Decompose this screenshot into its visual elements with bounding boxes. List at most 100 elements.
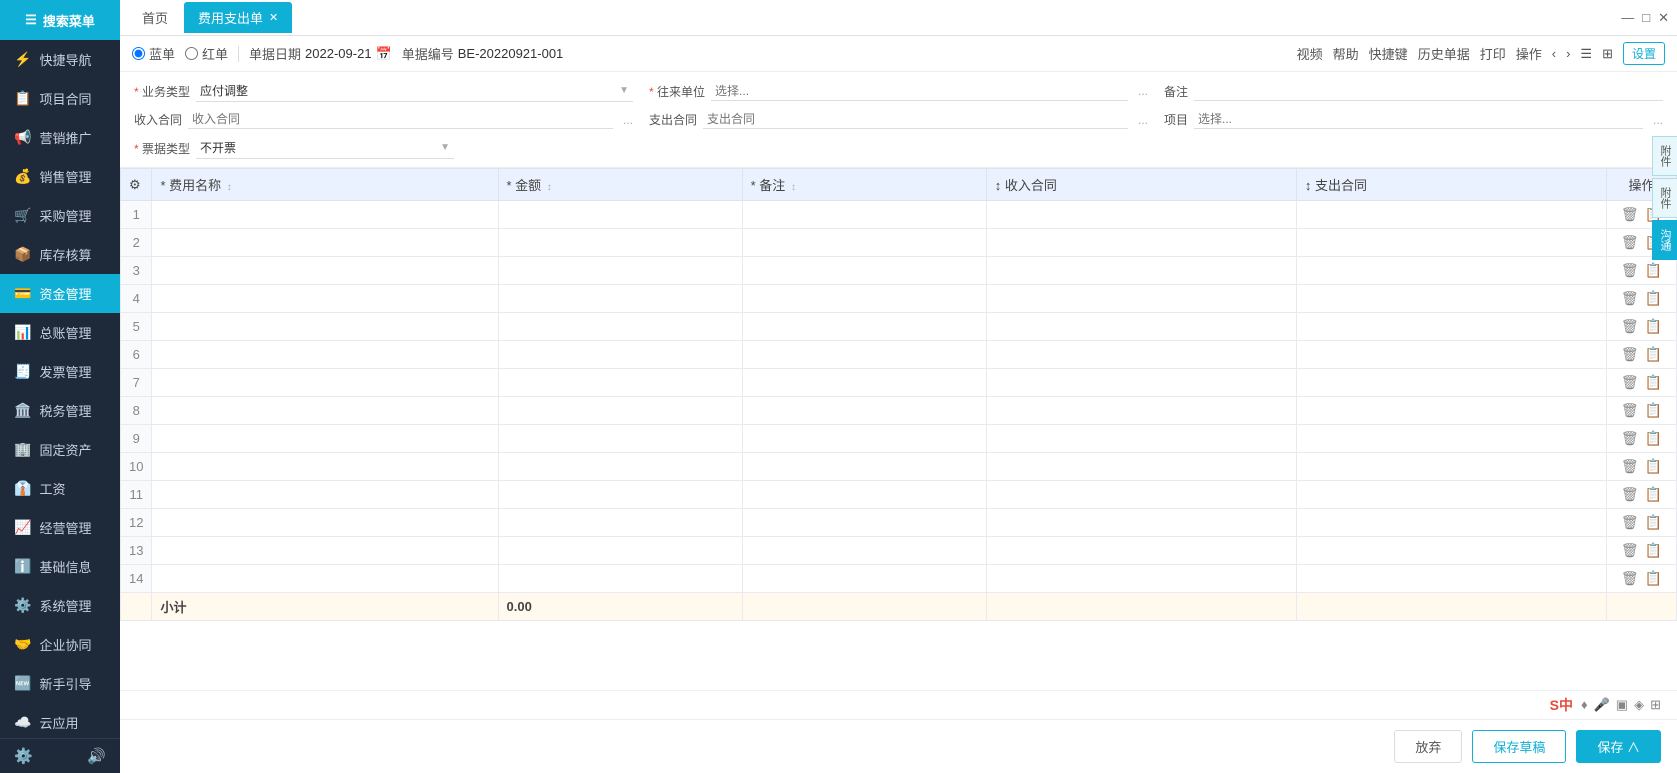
sidebar-item-marketing[interactable]: 📢 营销推广 (0, 118, 120, 157)
cell-remark[interactable] (742, 201, 986, 229)
cell-expense-contract[interactable] (1296, 397, 1606, 425)
cell-expense-name[interactable] (152, 285, 498, 313)
sidebar-item-accounting[interactable]: 📊 总账管理 (0, 313, 120, 352)
delete-row-icon[interactable]: 🗑 (1621, 290, 1639, 307)
sidebar-item-sys-mgmt[interactable]: ⚙️ 系统管理 (0, 586, 120, 625)
settings-icon[interactable]: ⚙️ (14, 747, 33, 765)
apps-icon[interactable]: ⊞ (1650, 697, 1661, 713)
right-tab-attach[interactable]: 附件 (1652, 178, 1677, 218)
expense-ellipsis[interactable]: ... (1138, 113, 1148, 127)
cell-expense-contract[interactable] (1296, 453, 1606, 481)
cell-income-contract[interactable] (986, 565, 1296, 593)
cell-income-contract[interactable] (986, 313, 1296, 341)
help-btn[interactable]: 帮助 (1333, 44, 1359, 63)
cell-income-contract[interactable] (986, 341, 1296, 369)
cell-amount[interactable] (498, 369, 742, 397)
delete-row-icon[interactable]: 🗑 (1621, 234, 1639, 251)
cell-expense-name[interactable] (152, 425, 498, 453)
cell-amount[interactable] (498, 453, 742, 481)
nav-prev[interactable]: ‹ (1552, 46, 1556, 61)
copy-row-icon[interactable]: 📋 (1645, 374, 1662, 391)
cell-expense-name[interactable] (152, 509, 498, 537)
cell-amount[interactable] (498, 509, 742, 537)
save-button[interactable]: 保存 ∧ (1576, 730, 1661, 763)
cell-expense-name[interactable] (152, 481, 498, 509)
tab-home[interactable]: 首页 (128, 2, 182, 33)
cell-income-contract[interactable] (986, 453, 1296, 481)
cell-remark[interactable] (742, 453, 986, 481)
sidebar-item-fund-mgmt[interactable]: 💳 资金管理 (0, 274, 120, 313)
sidebar-item-tax-mgmt[interactable]: 🏛️ 税务管理 (0, 391, 120, 430)
cell-expense-name[interactable] (152, 397, 498, 425)
delete-row-icon[interactable]: 🗑 (1621, 486, 1639, 503)
red-label[interactable]: 红单 (202, 44, 228, 63)
sidebar-item-quick-nav[interactable]: ⚡ 快捷导航 (0, 40, 120, 79)
sort-remark[interactable]: ↕ (791, 182, 796, 193)
cell-expense-contract[interactable] (1296, 369, 1606, 397)
sidebar-item-basic-info[interactable]: ℹ️ 基础信息 (0, 547, 120, 586)
sidebar-item-ops-mgmt[interactable]: 📈 经营管理 (0, 508, 120, 547)
cell-amount[interactable] (498, 397, 742, 425)
cell-remark[interactable] (742, 229, 986, 257)
cell-expense-name[interactable] (152, 565, 498, 593)
shortcut-btn[interactable]: 快捷键 (1369, 44, 1408, 63)
right-tab-notes[interactable]: 附件 (1652, 136, 1677, 176)
cell-income-contract[interactable] (986, 537, 1296, 565)
history-btn[interactable]: 历史单据 (1418, 44, 1470, 63)
radio-red[interactable]: 红单 (185, 44, 228, 63)
cell-expense-name[interactable] (152, 341, 498, 369)
minimize-button[interactable]: — (1621, 10, 1634, 26)
invoice-type-select[interactable]: 不开票 ▼ (196, 137, 454, 159)
nav-next[interactable]: › (1566, 46, 1570, 61)
cell-expense-contract[interactable] (1296, 201, 1606, 229)
grid-view-icon[interactable]: ⊞ (1602, 46, 1613, 62)
cell-expense-name[interactable] (152, 369, 498, 397)
cell-remark[interactable] (742, 481, 986, 509)
cell-amount[interactable] (498, 285, 742, 313)
copy-icon[interactable]: ◈ (1634, 697, 1644, 713)
cell-remark[interactable] (742, 537, 986, 565)
sidebar-item-purchase-mgmt[interactable]: 🛒 采购管理 (0, 196, 120, 235)
delete-row-icon[interactable]: 🗑 (1621, 430, 1639, 447)
red-radio[interactable] (185, 47, 198, 60)
project-input[interactable] (1194, 110, 1643, 129)
sidebar-item-sales-mgmt[interactable]: 💰 销售管理 (0, 157, 120, 196)
sidebar-item-invoice-mgmt[interactable]: 🧾 发票管理 (0, 352, 120, 391)
cell-expense-contract[interactable] (1296, 285, 1606, 313)
delete-row-icon[interactable]: 🗑 (1621, 346, 1639, 363)
close-window-button[interactable]: ✕ (1658, 10, 1669, 26)
copy-row-icon[interactable]: 📋 (1645, 430, 1662, 447)
calendar-icon[interactable]: 📅 (376, 46, 392, 62)
sidebar-item-new-guide[interactable]: 🆕 新手引导 (0, 664, 120, 703)
cell-remark[interactable] (742, 509, 986, 537)
th-settings[interactable]: ⚙ (121, 169, 152, 201)
delete-row-icon[interactable]: 🗑 (1621, 514, 1639, 531)
cell-expense-contract[interactable] (1296, 565, 1606, 593)
delete-row-icon[interactable]: 🗑 (1621, 374, 1639, 391)
sidebar-item-payroll[interactable]: 👔 工资 (0, 469, 120, 508)
sidebar-item-fixed-assets[interactable]: 🏢 固定资产 (0, 430, 120, 469)
video-btn[interactable]: 视频 (1297, 44, 1323, 63)
copy-row-icon[interactable]: 📋 (1645, 486, 1662, 503)
cell-expense-contract[interactable] (1296, 537, 1606, 565)
list-view-icon[interactable]: ☰ (1580, 46, 1592, 62)
cell-remark[interactable] (742, 369, 986, 397)
cell-income-contract[interactable] (986, 481, 1296, 509)
project-ellipsis[interactable]: ... (1653, 113, 1663, 127)
cell-amount[interactable] (498, 201, 742, 229)
cell-expense-contract[interactable] (1296, 229, 1606, 257)
cell-expense-contract[interactable] (1296, 481, 1606, 509)
settings-button[interactable]: 设置 (1623, 42, 1665, 65)
cell-expense-name[interactable] (152, 313, 498, 341)
remark-input[interactable] (1194, 82, 1663, 101)
delete-row-icon[interactable]: 🗑 (1621, 318, 1639, 335)
sort-amount[interactable]: ↕ (547, 182, 552, 193)
cell-remark[interactable] (742, 257, 986, 285)
cell-expense-name[interactable] (152, 537, 498, 565)
sidebar-item-project-contract[interactable]: 📋 项目合同 (0, 79, 120, 118)
cell-expense-contract[interactable] (1296, 425, 1606, 453)
cell-amount[interactable] (498, 313, 742, 341)
partner-ellipsis[interactable]: ... (1138, 84, 1148, 98)
cell-expense-name[interactable] (152, 453, 498, 481)
sort-expense-name[interactable]: ↕ (227, 182, 232, 193)
